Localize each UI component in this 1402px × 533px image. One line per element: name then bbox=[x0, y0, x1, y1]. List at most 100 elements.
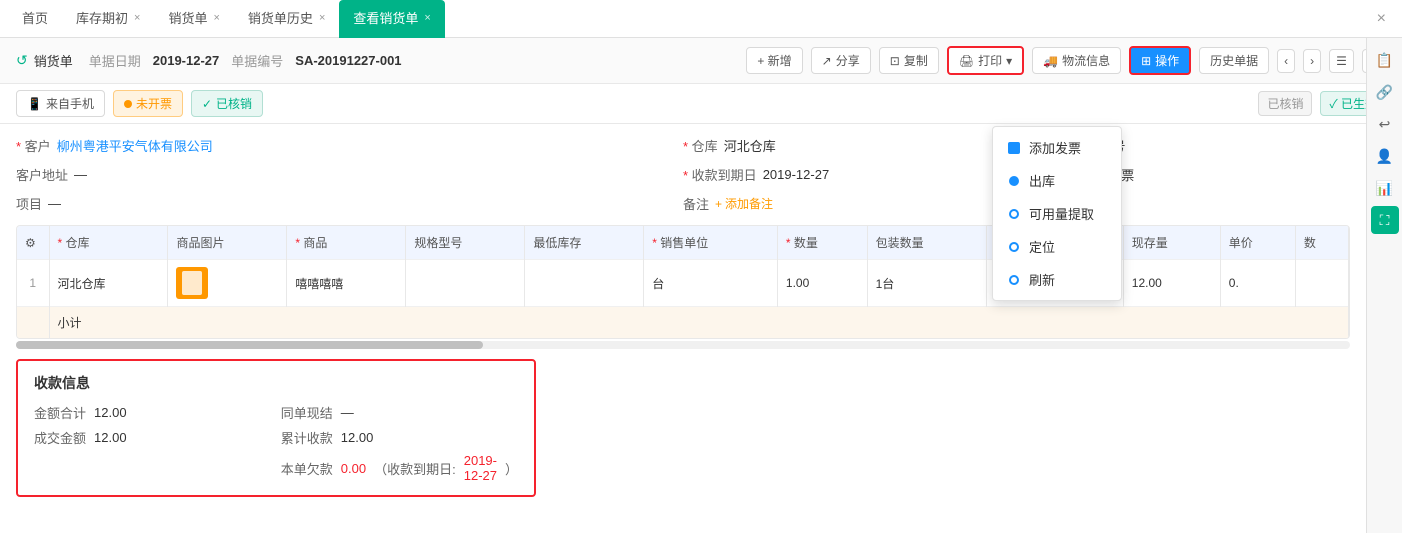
scroll-area[interactable] bbox=[16, 341, 1350, 349]
action-bar: 📱 来自手机 未开票 ✓ 已核销 已核销 ✓ 已生效 bbox=[0, 84, 1402, 124]
deal-amount-row: 成交金额 12.00 bbox=[34, 428, 261, 447]
new-button[interactable]: + 新增 bbox=[746, 47, 802, 74]
window-close-button[interactable]: × bbox=[1369, 10, 1394, 28]
tab-sales-history[interactable]: 销货单历史 × bbox=[234, 0, 339, 38]
circle-outline-icon-1 bbox=[1007, 207, 1021, 221]
square-icon bbox=[1007, 141, 1021, 155]
share-button[interactable]: ↗ 分享 bbox=[811, 47, 871, 74]
customer-value[interactable]: 柳州粤港平安气体有限公司 bbox=[57, 136, 213, 155]
tab-close-history[interactable]: × bbox=[319, 12, 325, 24]
prev-button[interactable]: ‹ bbox=[1277, 49, 1295, 73]
list-view-button[interactable]: ☰ bbox=[1329, 49, 1354, 73]
same-order-row: 同单现结 — bbox=[281, 403, 518, 422]
tab-close-view[interactable]: × bbox=[424, 12, 430, 24]
check-status-button[interactable]: ✓ 已核销 bbox=[191, 90, 263, 117]
form-area: 客户 柳州粤港平安气体有限公司 仓库 河北仓库 业务员 演示账号 客户地址 — … bbox=[0, 124, 1402, 225]
main-content: ↺ 销货单 单据日期 2019-12-27 单据编号 SA-20191227-0… bbox=[0, 38, 1402, 533]
owed-label: 本单欠款 bbox=[281, 459, 333, 478]
due-date-field: 收款到期日 2019-12-27 bbox=[683, 165, 1005, 184]
deal-value: 12.00 bbox=[94, 430, 127, 445]
add-note-button[interactable]: + 添加备注 bbox=[715, 195, 773, 212]
same-order-value: — bbox=[341, 405, 354, 420]
owed-note: （收款到期日: bbox=[374, 459, 456, 478]
number-label: 单据编号 bbox=[231, 51, 283, 70]
check-icon: ✓ bbox=[202, 97, 212, 111]
cumulative-label: 累计收款 bbox=[281, 428, 333, 447]
dropdown-add-invoice[interactable]: 添加发票 bbox=[993, 131, 1121, 164]
note-field: 备注 + 添加备注 bbox=[683, 194, 1005, 213]
payment-info: 收款信息 金额合计 12.00 同单现结 — 成交金额 12.00 累计收款 1… bbox=[16, 359, 536, 497]
col-settings[interactable]: ⚙ bbox=[17, 226, 49, 260]
cumulative-value: 12.00 bbox=[341, 430, 374, 445]
doc-title: ↺ 销货单 bbox=[16, 51, 73, 70]
owed-close: ） bbox=[505, 459, 518, 478]
customer-field: 客户 柳州粤港平安气体有限公司 bbox=[16, 136, 659, 155]
tab-bar: 首页 库存期初 × 销货单 × 销货单历史 × 查看销货单 × × bbox=[0, 0, 1402, 38]
row-product: 嘻嘻嘻嘻 bbox=[287, 260, 406, 307]
invoice-status-button[interactable]: 未开票 bbox=[113, 90, 183, 117]
logistics-icon: 🚚 bbox=[1043, 54, 1058, 68]
dropdown-outbound[interactable]: 出库 bbox=[993, 164, 1121, 197]
row-warehouse: 河北仓库 bbox=[49, 260, 168, 307]
total-amount-row: 金额合计 12.00 bbox=[34, 403, 261, 422]
address-field: 客户地址 — bbox=[16, 165, 659, 184]
ops-icon: ⊞ bbox=[1141, 54, 1151, 68]
side-nav-user-icon[interactable]: 👤 bbox=[1371, 142, 1399, 170]
side-nav-undo-icon[interactable]: ↩ bbox=[1371, 110, 1399, 138]
row-number: 1 bbox=[17, 260, 49, 307]
side-nav-doc-icon[interactable]: 📋 bbox=[1371, 46, 1399, 74]
total-label: 金额合计 bbox=[34, 403, 86, 422]
col-product: 商品 bbox=[287, 226, 406, 260]
tab-home[interactable]: 首页 bbox=[8, 0, 62, 38]
date-value: 2019-12-27 bbox=[153, 53, 220, 68]
tab-view-sales[interactable]: 查看销货单 × bbox=[339, 0, 444, 38]
next-button[interactable]: › bbox=[1303, 49, 1321, 73]
col-min-stock: 最低库存 bbox=[525, 226, 644, 260]
dropdown-refresh[interactable]: 刷新 bbox=[993, 263, 1121, 296]
due-date-label: 收款到期日 bbox=[683, 165, 757, 184]
print-dropdown-arrow: ▾ bbox=[1006, 54, 1012, 68]
dropdown-available-extract[interactable]: 可用量提取 bbox=[993, 197, 1121, 230]
tab-close-sales[interactable]: × bbox=[213, 12, 219, 24]
circle-outline-icon-3 bbox=[1007, 273, 1021, 287]
check-circle-icon: ✓ bbox=[1329, 97, 1341, 111]
row-spec bbox=[406, 260, 525, 307]
print-icon: 🖨 bbox=[959, 54, 974, 68]
side-nav-chart-icon[interactable]: 📊 bbox=[1371, 174, 1399, 202]
side-nav-link-icon[interactable]: 🔗 bbox=[1371, 78, 1399, 106]
ops-dropdown: 添加发票 出库 可用量提取 定位 刷新 bbox=[992, 126, 1122, 301]
deal-label: 成交金额 bbox=[34, 428, 86, 447]
col-warehouse: 仓库 bbox=[49, 226, 168, 260]
share-icon: ↗ bbox=[822, 54, 832, 68]
subtotal-row: 小计 bbox=[17, 307, 1349, 339]
project-value: — bbox=[48, 196, 61, 211]
col-spec: 规格型号 bbox=[406, 226, 525, 260]
owed-row: 本单欠款 0.00 （收款到期日: 2019-12-27 ） bbox=[281, 453, 518, 483]
cumulative-row: 累计收款 12.00 bbox=[281, 428, 518, 447]
side-nav-expand-icon[interactable]: ⛶ bbox=[1371, 206, 1399, 234]
subtotal-label: 小计 bbox=[49, 307, 1349, 339]
doc-icon: ↺ bbox=[16, 52, 28, 69]
tab-close-inventory[interactable]: × bbox=[134, 12, 140, 24]
mobile-button[interactable]: 📱 来自手机 bbox=[16, 90, 105, 117]
customer-label: 客户 bbox=[16, 136, 51, 155]
address-value: — bbox=[74, 167, 87, 182]
row-price: 0. bbox=[1220, 260, 1295, 307]
ops-button[interactable]: ⊞ 操作 bbox=[1129, 46, 1191, 75]
print-button[interactable]: 🖨 打印 ▾ bbox=[947, 46, 1024, 75]
payment-title: 收款信息 bbox=[34, 373, 518, 393]
warehouse-value: 河北仓库 bbox=[724, 136, 776, 155]
copy-button[interactable]: ⊡ 复制 bbox=[879, 47, 939, 74]
plus-icon: + bbox=[715, 197, 722, 211]
dropdown-locate[interactable]: 定位 bbox=[993, 230, 1121, 263]
copy-icon: ⊡ bbox=[890, 54, 900, 68]
tab-inventory-init[interactable]: 库存期初 × bbox=[62, 0, 154, 38]
row-min-stock bbox=[525, 260, 644, 307]
same-order-label: 同单现结 bbox=[281, 403, 333, 422]
circle-icon bbox=[124, 100, 132, 108]
logistics-button[interactable]: 🚚 物流信息 bbox=[1032, 47, 1121, 74]
owed-date: 2019-12-27 bbox=[464, 453, 497, 483]
col-qty: 数量 bbox=[777, 226, 867, 260]
history-button[interactable]: 历史单据 bbox=[1199, 47, 1269, 74]
tab-sales-order[interactable]: 销货单 × bbox=[154, 0, 233, 38]
